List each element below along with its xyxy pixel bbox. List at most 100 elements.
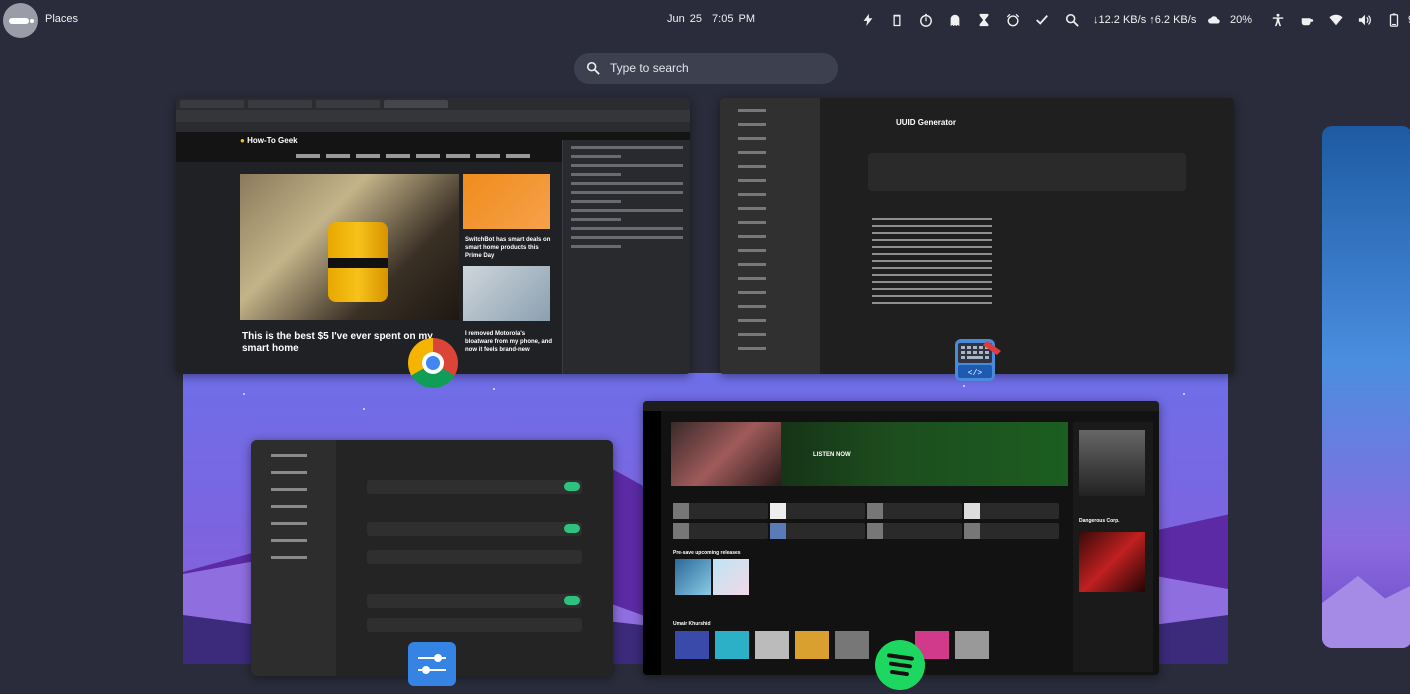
quick-pick[interactable] <box>770 523 865 539</box>
browser-tab[interactable] <box>384 100 448 108</box>
spotify-window[interactable]: LISTEN NOW Pre-save upcoming releases Um… <box>643 401 1159 675</box>
quick-pick[interactable] <box>867 503 962 519</box>
settings-sidebar-item[interactable] <box>271 488 307 491</box>
side-story-image[interactable] <box>463 174 550 229</box>
sidebar-item[interactable] <box>738 179 766 182</box>
sidebar-item[interactable] <box>738 137 766 140</box>
sidebar-item[interactable] <box>738 291 766 294</box>
clock[interactable]: Jun 25 7:05 PM <box>667 13 765 25</box>
devtoys-window[interactable]: UUID Generator <box>720 98 1234 374</box>
browser-tab[interactable] <box>180 100 244 108</box>
toggle-switch[interactable] <box>564 482 580 491</box>
quick-pick[interactable] <box>964 503 1059 519</box>
popup-line <box>571 218 621 221</box>
quick-pick[interactable] <box>964 523 1059 539</box>
sidebar-item[interactable] <box>738 277 766 280</box>
settings-sidebar-item[interactable] <box>271 556 307 559</box>
sidebar-item[interactable] <box>738 319 766 322</box>
timer-icon[interactable] <box>918 12 934 28</box>
settings-sidebar-item[interactable] <box>271 522 307 525</box>
google-signin-popup[interactable] <box>562 140 690 374</box>
settings-sidebar-item[interactable] <box>271 454 307 457</box>
album-cover[interactable] <box>715 631 749 659</box>
wifi-icon[interactable] <box>1328 12 1344 28</box>
clock-time: 7:05 PM <box>712 13 755 25</box>
album-cover[interactable] <box>955 631 989 659</box>
quick-pick[interactable] <box>673 523 768 539</box>
sidebar-item[interactable] <box>738 305 766 308</box>
devtoys-icon[interactable]: </> <box>953 337 1003 387</box>
settings-row[interactable] <box>367 550 582 564</box>
quick-pick[interactable] <box>867 523 962 539</box>
sidebar-item[interactable] <box>738 249 766 252</box>
quick-pick[interactable] <box>770 503 865 519</box>
uuid-options[interactable] <box>868 153 1186 191</box>
sidebar-item[interactable] <box>738 151 766 154</box>
sidebar-item[interactable] <box>738 333 766 336</box>
sidebar-item[interactable] <box>738 165 766 168</box>
browser-tab[interactable] <box>316 100 380 108</box>
settings-row[interactable] <box>367 594 582 608</box>
sidebar-item[interactable] <box>738 221 766 224</box>
chrome-window[interactable]: ● How-To Geek This is the best $5 I've e… <box>176 98 690 374</box>
album-cover[interactable] <box>675 559 711 595</box>
volume-icon[interactable] <box>1357 12 1373 28</box>
album-cover[interactable] <box>835 631 869 659</box>
album-cover[interactable] <box>795 631 829 659</box>
sidebar-item[interactable] <box>738 235 766 238</box>
places-menu[interactable]: Places <box>45 13 78 25</box>
weather-percent[interactable]: 20% <box>1230 14 1252 26</box>
next-workspace-preview[interactable] <box>1322 126 1410 648</box>
ghost-icon[interactable] <box>947 12 963 28</box>
album-cover[interactable] <box>675 631 709 659</box>
settings-sidebar-item[interactable] <box>271 471 307 474</box>
album-cover[interactable] <box>755 631 789 659</box>
settings-icon[interactable] <box>408 642 456 686</box>
power-profile-icon[interactable] <box>860 12 876 28</box>
quick-pick[interactable] <box>673 503 768 519</box>
settings-row[interactable] <box>367 480 582 494</box>
popup-line <box>571 146 683 149</box>
battery-icon[interactable] <box>1386 12 1402 28</box>
sidebar-item[interactable] <box>738 109 766 112</box>
clipboard-icon[interactable] <box>889 12 905 28</box>
toggle-switch[interactable] <box>564 524 580 533</box>
toggle-switch[interactable] <box>564 596 580 605</box>
bookmarks-bar <box>176 122 690 132</box>
sidebar-item[interactable] <box>738 347 766 350</box>
sidebar-item[interactable] <box>738 123 766 126</box>
album-cover[interactable] <box>713 559 749 595</box>
hero-image[interactable] <box>240 174 459 320</box>
side-story-headline[interactable]: SwitchBot has smart deals on smart home … <box>465 236 553 260</box>
address-bar[interactable] <box>176 110 690 122</box>
sidebar-item[interactable] <box>738 207 766 210</box>
settings-window[interactable] <box>251 440 613 676</box>
search-icon[interactable] <box>1064 12 1080 28</box>
caffeine-icon[interactable] <box>1299 12 1315 28</box>
hourglass-icon[interactable] <box>976 12 992 28</box>
spotify-icon[interactable] <box>875 640 925 690</box>
side-story-image[interactable] <box>463 266 550 321</box>
accessibility-icon[interactable] <box>1270 12 1286 28</box>
network-speed-indicator[interactable]: ↓12.2 KB/s ↑6.2 KB/s <box>1093 14 1196 26</box>
chrome-icon[interactable] <box>408 338 458 388</box>
side-story-headline[interactable]: I removed Motorola's bloatware from my p… <box>465 330 553 354</box>
section-heading[interactable]: Umair Khurshid <box>673 621 711 627</box>
activities-button[interactable] <box>3 3 38 38</box>
spotify-library-rail[interactable] <box>643 411 661 675</box>
search-input[interactable]: Type to search <box>574 53 838 84</box>
settings-sidebar-item[interactable] <box>271 505 307 508</box>
settings-row[interactable] <box>367 522 582 536</box>
browser-tab[interactable] <box>248 100 312 108</box>
now-playing-panel[interactable]: Dangerous Corp. <box>1073 422 1153 672</box>
settings-sidebar-item[interactable] <box>271 539 307 542</box>
sidebar-item[interactable] <box>738 263 766 266</box>
alarm-clock-icon[interactable] <box>1005 12 1021 28</box>
settings-row[interactable] <box>367 618 582 632</box>
sidebar-item[interactable] <box>738 193 766 196</box>
checkmark-icon[interactable] <box>1034 12 1050 28</box>
spotify-hero-banner[interactable]: LISTEN NOW <box>671 422 1068 486</box>
weather-icon[interactable] <box>1206 12 1222 28</box>
generated-uuids[interactable] <box>872 213 992 304</box>
section-heading[interactable]: Pre-save upcoming releases <box>673 550 741 556</box>
